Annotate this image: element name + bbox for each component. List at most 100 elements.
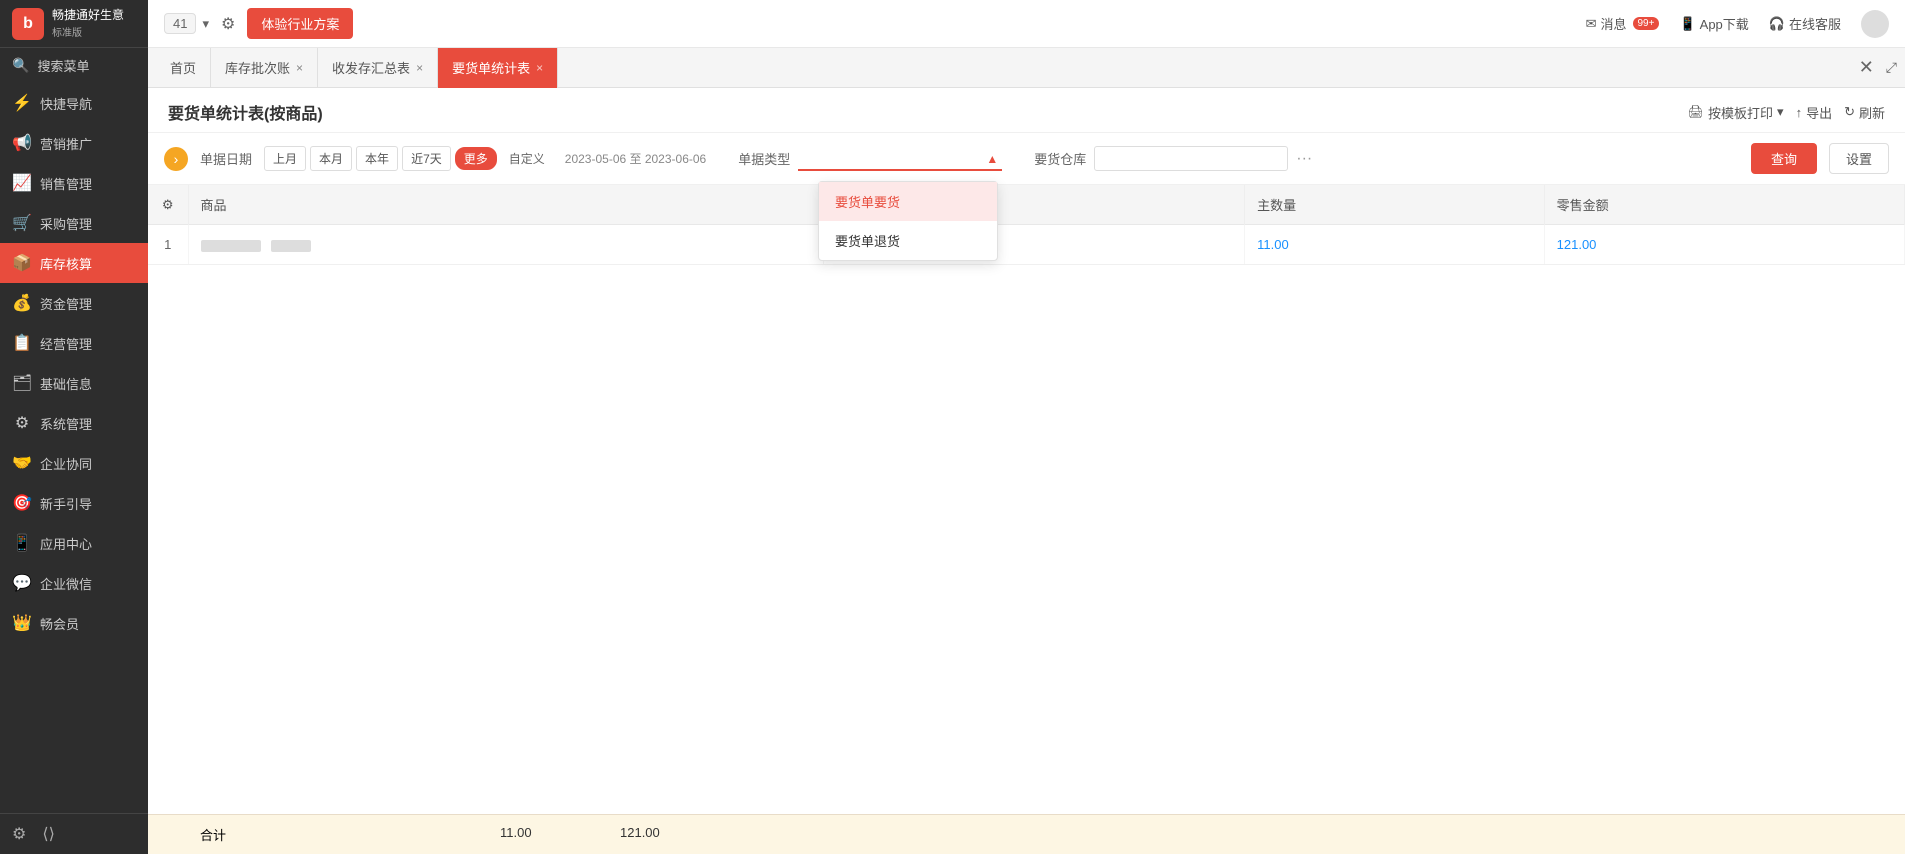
store-selector[interactable]: 41 ▾ xyxy=(164,13,209,34)
content: 要货单统计表(按商品) 🖨 按模板打印 ▾ ↑ 导出 ↻ 刷新 › xyxy=(148,88,1905,854)
sidebar-item-apps[interactable]: 📱 应用中心 xyxy=(0,523,148,563)
sidebar-item-basic[interactable]: 🗂 基础信息 xyxy=(0,363,148,403)
sidebar-item-finance[interactable]: 💰 资金管理 xyxy=(0,283,148,323)
th-product: 商品 xyxy=(188,185,824,225)
cell-qty[interactable]: 11.00 xyxy=(1245,225,1544,265)
th-settings[interactable]: ⚙ xyxy=(148,185,188,225)
sidebar-item-marketing[interactable]: 📢 营销推广 xyxy=(0,123,148,163)
collapse-icon[interactable]: ⟨⟩ xyxy=(42,824,54,844)
tab-home[interactable]: 首页 xyxy=(156,48,211,88)
sidebar-item-sales[interactable]: 📈 销售管理 xyxy=(0,163,148,203)
sidebar-search[interactable]: 🔍 搜索菜单 xyxy=(0,48,148,83)
filter-expand-button[interactable]: › xyxy=(164,147,188,171)
messages-button[interactable]: ✉ 消息 99+ xyxy=(1586,14,1660,33)
dropdown-item-order-return[interactable]: 要货单退货 xyxy=(819,221,997,260)
type-select-container[interactable]: ▲ xyxy=(798,146,1002,171)
finance-icon: 💰 xyxy=(12,293,32,313)
sidebar-item-label: 快捷导航 xyxy=(40,94,92,113)
product-code-placeholder xyxy=(271,240,311,252)
tab-order-stats-close[interactable]: × xyxy=(536,61,543,75)
product-name-placeholder xyxy=(201,240,261,252)
sidebar-item-label: 应用中心 xyxy=(40,534,92,553)
sidebar-item-guide[interactable]: 🎯 新手引导 xyxy=(0,483,148,523)
tab-receive-summary[interactable]: 收发存汇总表 × xyxy=(318,48,438,88)
refresh-button[interactable]: ↻ 刷新 xyxy=(1844,103,1885,122)
filter-settings-button[interactable]: 设置 xyxy=(1829,143,1889,174)
guide-icon: 🎯 xyxy=(12,493,32,513)
sidebar-item-wechat[interactable]: 💬 企业微信 xyxy=(0,563,148,603)
sidebar-item-label: 新手引导 xyxy=(40,494,92,513)
apps-icon: 📱 xyxy=(12,533,32,553)
user-avatar[interactable] xyxy=(1861,10,1889,38)
page-actions: 🖨 按模板打印 ▾ ↑ 导出 ↻ 刷新 xyxy=(1688,103,1886,122)
quick-nav-icon: ⚡ xyxy=(12,93,32,113)
page-title: 要货单统计表(按商品) xyxy=(168,100,323,124)
print-template-label: 按模板打印 xyxy=(1708,103,1773,122)
settings-icon[interactable]: ⚙ xyxy=(12,824,26,844)
tabbar-actions: ✕ ⤢ xyxy=(1855,57,1897,78)
footer-label: 合计 xyxy=(200,828,226,843)
date-more-button[interactable]: 更多 xyxy=(455,147,497,170)
filter-bar: › 单据日期 上月 本月 本年 近7天 更多 自定义 2023-05-06 至 … xyxy=(148,133,1905,185)
sidebar-item-label: 经营管理 xyxy=(40,334,92,353)
online-service-button[interactable]: 🎧 在线客服 xyxy=(1769,14,1841,33)
sidebar-nav: ⚡ 快捷导航 📢 营销推广 📈 销售管理 🛒 采购管理 📦 库存核算 💰 资金管… xyxy=(0,83,148,813)
date-quick-buttons: 上月 本月 本年 近7天 更多 自定义 xyxy=(264,146,553,171)
sidebar-item-label: 畅会员 xyxy=(40,614,79,633)
app-download-button[interactable]: 📱 App下载 xyxy=(1679,14,1748,33)
wechat-icon: 💬 xyxy=(12,573,32,593)
export-button[interactable]: ↑ 导出 xyxy=(1796,103,1833,122)
date-last-month-button[interactable]: 上月 xyxy=(264,146,306,171)
sidebar-item-label: 系统管理 xyxy=(40,414,92,433)
tab-receive-summary-close[interactable]: × xyxy=(416,61,423,75)
topbar-left: 41 ▾ ⚙ 体验行业方案 xyxy=(164,8,353,39)
tabbar-close-all-button[interactable]: ✕ xyxy=(1855,57,1878,78)
warehouse-input[interactable] xyxy=(1094,146,1288,171)
app-download-icon: 📱 xyxy=(1679,16,1695,32)
warehouse-label: 要货仓库 xyxy=(1034,149,1086,168)
basic-icon: 🗂 xyxy=(12,373,32,393)
logo-title: 畅捷通好生意 xyxy=(52,8,124,24)
type-select-input[interactable] xyxy=(798,146,1002,171)
cell-row-num: 1 xyxy=(148,225,188,265)
topbar-settings-icon[interactable]: ⚙ xyxy=(221,14,235,34)
sidebar-item-inventory[interactable]: 📦 库存核算 xyxy=(0,243,148,283)
sidebar-item-label: 企业微信 xyxy=(40,574,92,593)
tabbar-expand-button[interactable]: ⤢ xyxy=(1886,59,1897,76)
warehouse-more-icon[interactable]: ··· xyxy=(1296,150,1312,168)
tab-inventory-batch-close[interactable]: × xyxy=(296,61,303,75)
sidebar-item-operation[interactable]: 📋 经营管理 xyxy=(0,323,148,363)
sidebar-item-system[interactable]: ⚙ 系统管理 xyxy=(0,403,148,443)
sidebar-item-member[interactable]: 👑 畅会员 xyxy=(0,603,148,643)
logo-subtitle: 标准版 xyxy=(52,24,124,39)
online-service-label: 在线客服 xyxy=(1789,14,1841,33)
date-this-year-button[interactable]: 本年 xyxy=(356,146,398,171)
print-template-button[interactable]: 🖨 按模板打印 ▾ xyxy=(1688,103,1784,122)
page-header: 要货单统计表(按商品) 🖨 按模板打印 ▾ ↑ 导出 ↻ 刷新 xyxy=(148,88,1905,133)
refresh-label: 刷新 xyxy=(1859,103,1885,122)
sidebar-item-quick-nav[interactable]: ⚡ 快捷导航 xyxy=(0,83,148,123)
tab-inventory-batch[interactable]: 库存批次账 × xyxy=(211,48,318,88)
data-table: ⚙ 商品 主计量单位 主数量 零售金额 1 xyxy=(148,185,1905,265)
sidebar-logo: b 畅捷通好生意 标准版 xyxy=(0,0,148,48)
store-dropdown-icon: ▾ xyxy=(202,16,209,32)
date-range-display: 2023-05-06 至 2023-06-06 xyxy=(565,150,706,167)
warehouse-filter-section: 要货仓库 ··· xyxy=(1034,146,1312,171)
search-icon: 🔍 xyxy=(12,57,29,74)
main-area: 41 ▾ ⚙ 体验行业方案 ✉ 消息 99+ 📱 App下载 🎧 在线客服 xyxy=(148,0,1905,854)
sidebar-item-purchase[interactable]: 🛒 采购管理 xyxy=(0,203,148,243)
sidebar-item-label: 资金管理 xyxy=(40,294,92,313)
tab-order-stats[interactable]: 要货单统计表 × xyxy=(438,48,558,88)
tab-inventory-batch-label: 库存批次账 xyxy=(225,58,290,77)
cell-amount[interactable]: 121.00 xyxy=(1544,225,1904,265)
date-this-month-button[interactable]: 本月 xyxy=(310,146,352,171)
query-button[interactable]: 查询 xyxy=(1751,143,1817,174)
th-qty: 主数量 xyxy=(1245,185,1544,225)
member-icon: 👑 xyxy=(12,613,32,633)
date-last-7days-button[interactable]: 近7天 xyxy=(402,146,451,171)
logo-icon: b xyxy=(12,8,44,40)
date-custom-button[interactable]: 自定义 xyxy=(501,147,553,170)
trial-button[interactable]: 体验行业方案 xyxy=(247,8,353,39)
dropdown-item-order-goods[interactable]: 要货单要货 xyxy=(819,182,997,221)
sidebar-item-cooperation[interactable]: 🤝 企业协同 xyxy=(0,443,148,483)
